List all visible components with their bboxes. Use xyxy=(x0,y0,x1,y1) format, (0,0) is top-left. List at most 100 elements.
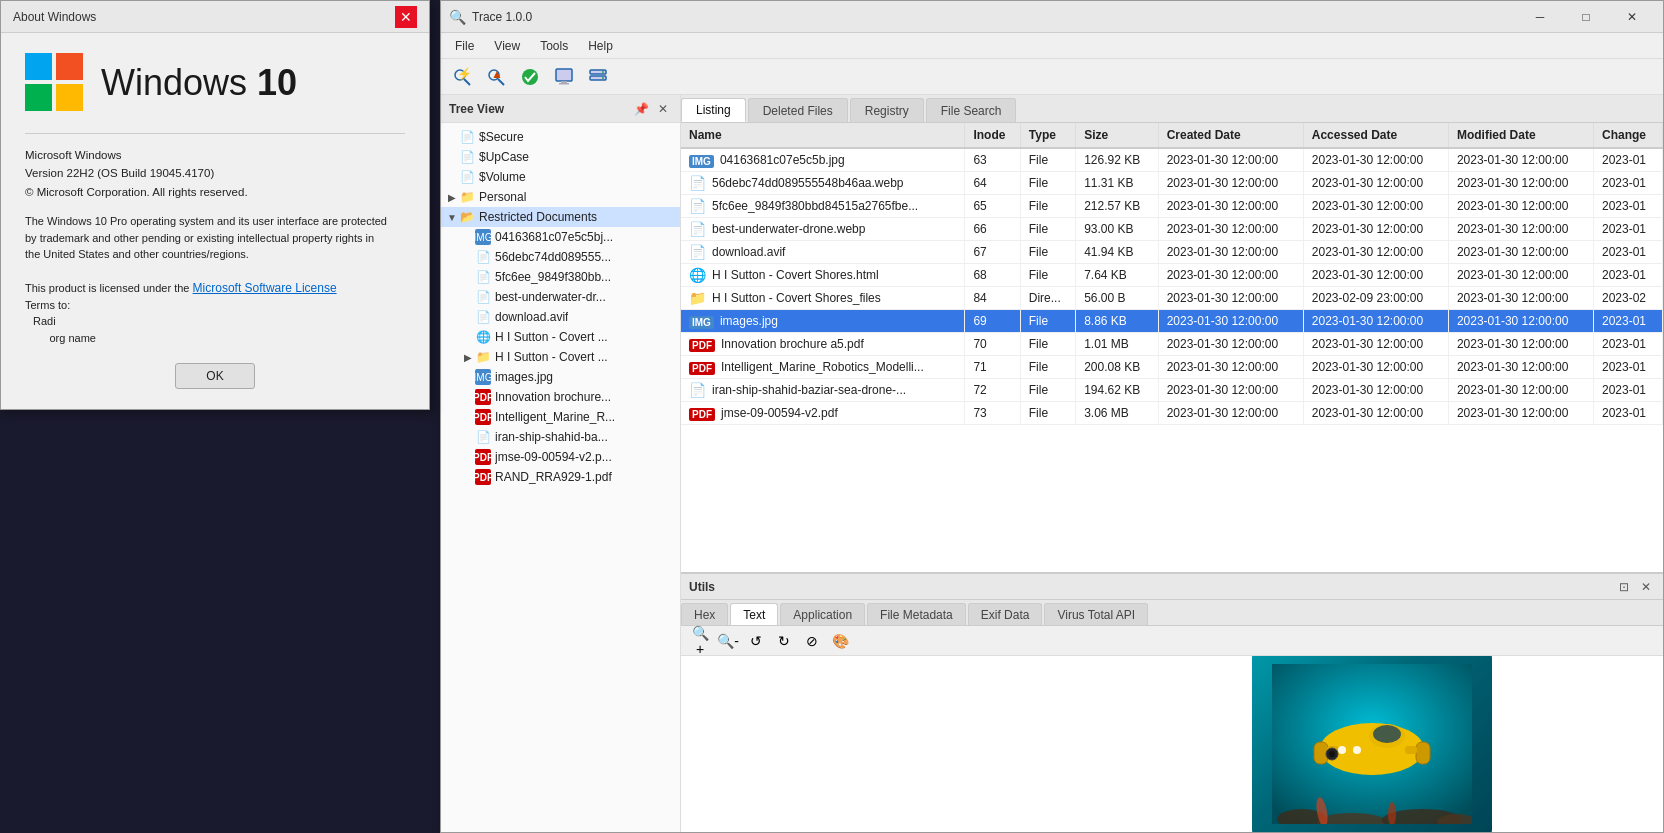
tree-item-intell-pdf[interactable]: PDF Intelligent_Marine_R... xyxy=(441,407,680,427)
cell-type: Dire... xyxy=(1020,287,1075,310)
cell-created: 2023-01-30 12:00:00 xyxy=(1158,287,1303,310)
file-name: iran-ship-shahid-baziar-sea-drone-... xyxy=(712,383,906,397)
file-type-icon: 📄 xyxy=(689,221,706,237)
tree-item-restricted-docs[interactable]: ▼ 📂 Restricted Documents xyxy=(441,207,680,227)
tree-panel: Tree View 📌 ✕ 📄 $Secure 📄 $UpCase xyxy=(441,95,681,832)
table-row[interactable]: 📄 56debc74dd089555548b46aa.webp 64 File … xyxy=(681,172,1663,195)
col-accessed[interactable]: Accessed Date xyxy=(1303,123,1448,148)
expand-icon xyxy=(445,130,459,144)
table-row[interactable]: 📄 iran-ship-shahid-baziar-sea-drone-... … xyxy=(681,379,1663,402)
svg-rect-29 xyxy=(1416,742,1430,764)
file-name: 56debc74dd089555548b46aa.webp xyxy=(712,176,904,190)
utils-panel: Utils ⊡ ✕ Hex Text Application File Meta… xyxy=(681,572,1663,832)
tree-item-jmse[interactable]: PDF jmse-09-00594-v2.p... xyxy=(441,447,680,467)
utils-tab-exif-data[interactable]: Exif Data xyxy=(968,603,1043,625)
crop-button[interactable]: ⊘ xyxy=(799,629,825,653)
expand-icon: ▶ xyxy=(445,190,459,204)
utils-tab-hex[interactable]: Hex xyxy=(681,603,728,625)
close-button[interactable]: ✕ xyxy=(1609,1,1655,33)
tree-item-volume[interactable]: 📄 $Volume xyxy=(441,167,680,187)
menu-file[interactable]: File xyxy=(445,36,484,56)
tree-item-images-jpg[interactable]: IMG images.jpg xyxy=(441,367,680,387)
tree-item-innov-pdf[interactable]: PDF Innovation brochure... xyxy=(441,387,680,407)
folder-blue-icon: 📁 xyxy=(475,349,491,365)
about-ok-button[interactable]: OK xyxy=(175,363,255,389)
file-type-icon: IMG xyxy=(689,313,714,329)
cell-modified: 2023-01-30 12:00:00 xyxy=(1448,172,1593,195)
tree-item-upcase[interactable]: 📄 $UpCase xyxy=(441,147,680,167)
svg-rect-31 xyxy=(1405,746,1417,754)
toolbar-monitor-button[interactable] xyxy=(549,63,579,91)
table-row[interactable]: 📄 5fc6ee_9849f380bbd84515a2765fbe... 65 … xyxy=(681,195,1663,218)
cell-size: 1.01 MB xyxy=(1076,333,1159,356)
tree-item-personal[interactable]: ▶ 📁 Personal xyxy=(441,187,680,207)
minimize-button[interactable]: ─ xyxy=(1517,1,1563,33)
tree-item-avif[interactable]: 📄 download.avif xyxy=(441,307,680,327)
utils-tab-file-metadata[interactable]: File Metadata xyxy=(867,603,966,625)
tree-item-folder-blue[interactable]: ▶ 📁 H I Sutton - Covert ... xyxy=(441,347,680,367)
tree-item-webp2[interactable]: 📄 5fc6ee_9849f380bb... xyxy=(441,267,680,287)
license-link[interactable]: Microsoft Software License xyxy=(193,281,337,295)
utils-tab-text[interactable]: Text xyxy=(730,603,778,625)
menu-tools[interactable]: Tools xyxy=(530,36,578,56)
table-row[interactable]: IMG 04163681c07e5c5b.jpg 63 File 126.92 … xyxy=(681,148,1663,172)
table-row[interactable]: 📄 best-underwater-drone.webp 66 File 93.… xyxy=(681,218,1663,241)
table-row[interactable]: 🌐 H I Sutton - Covert Shores.html 68 Fil… xyxy=(681,264,1663,287)
cell-size: 56.00 B xyxy=(1076,287,1159,310)
rotate-right-button[interactable]: ↻ xyxy=(771,629,797,653)
cell-created: 2023-01-30 12:00:00 xyxy=(1158,333,1303,356)
toolbar-analyze2-button[interactable]: ▲ xyxy=(481,63,511,91)
about-app-name: Windows 10 xyxy=(101,62,297,104)
table-row[interactable]: PDF Intelligent_Marine_Robotics_Modelli.… xyxy=(681,356,1663,379)
color-button[interactable]: 🎨 xyxy=(827,629,853,653)
utils-expand-button[interactable]: ⊡ xyxy=(1615,578,1633,596)
cell-accessed: 2023-02-09 23:00:00 xyxy=(1303,287,1448,310)
utils-tab-application[interactable]: Application xyxy=(780,603,865,625)
tab-listing[interactable]: Listing xyxy=(681,98,746,122)
rotate-left-button[interactable]: ↺ xyxy=(743,629,769,653)
tab-registry[interactable]: Registry xyxy=(850,98,924,122)
tree-close-button[interactable]: ✕ xyxy=(654,100,672,118)
col-created[interactable]: Created Date xyxy=(1158,123,1303,148)
utils-tab-virus-total[interactable]: Virus Total API xyxy=(1044,603,1148,625)
table-row[interactable]: 📄 download.avif 67 File 41.94 KB 2023-01… xyxy=(681,241,1663,264)
tree-item-webp1[interactable]: 📄 56debc74dd089555... xyxy=(441,247,680,267)
zoom-out-button[interactable]: 🔍- xyxy=(715,629,741,653)
cell-name: 📄 download.avif xyxy=(681,241,965,264)
tree-label-html: H I Sutton - Covert ... xyxy=(495,330,608,344)
table-row[interactable]: 📁 H I Sutton - Covert Shores_files 84 Di… xyxy=(681,287,1663,310)
tree-item-html[interactable]: 🌐 H I Sutton - Covert ... xyxy=(441,327,680,347)
menu-view[interactable]: View xyxy=(484,36,530,56)
tree-pin-button[interactable]: 📌 xyxy=(632,100,650,118)
col-inode[interactable]: Inode xyxy=(965,123,1020,148)
col-type[interactable]: Type xyxy=(1020,123,1075,148)
pdf-icon: PDF xyxy=(475,409,491,425)
toolbar-analyze1-button[interactable]: ⚡ xyxy=(447,63,477,91)
toolbar-server-button[interactable] xyxy=(583,63,613,91)
col-size[interactable]: Size xyxy=(1076,123,1159,148)
tab-deleted-files[interactable]: Deleted Files xyxy=(748,98,848,122)
menu-help[interactable]: Help xyxy=(578,36,623,56)
tree-item-iran[interactable]: 📄 iran-ship-shahid-ba... xyxy=(441,427,680,447)
table-row[interactable]: PDF jmse-09-00594-v2.pdf 73 File 3.06 MB… xyxy=(681,402,1663,425)
svg-rect-0 xyxy=(25,53,52,80)
maximize-button[interactable]: □ xyxy=(1563,1,1609,33)
utils-close-button[interactable]: ✕ xyxy=(1637,578,1655,596)
cell-inode: 65 xyxy=(965,195,1020,218)
table-row[interactable]: IMG images.jpg 69 File 8.86 KB 2023-01-3… xyxy=(681,310,1663,333)
file-table: Name Inode Type Size Created Date Access… xyxy=(681,123,1663,572)
col-modified[interactable]: Modified Date xyxy=(1448,123,1593,148)
tab-file-search[interactable]: File Search xyxy=(926,98,1017,122)
col-change[interactable]: Change xyxy=(1594,123,1663,148)
tree-item-secure[interactable]: 📄 $Secure xyxy=(441,127,680,147)
tree-item-img1[interactable]: IMG 04163681c07e5c5bj... xyxy=(441,227,680,247)
col-name[interactable]: Name xyxy=(681,123,965,148)
toolbar-check-button[interactable] xyxy=(515,63,545,91)
tree-item-rand[interactable]: PDF RAND_RRA929-1.pdf xyxy=(441,467,680,487)
table-row[interactable]: PDF Innovation brochure a5.pdf 70 File 1… xyxy=(681,333,1663,356)
about-close-button[interactable]: ✕ xyxy=(395,6,417,28)
svg-point-35 xyxy=(1329,751,1335,757)
zoom-in-button[interactable]: 🔍+ xyxy=(687,629,713,653)
tree-item-drone[interactable]: 📄 best-underwater-dr... xyxy=(441,287,680,307)
cell-modified: 2023-01-30 12:00:00 xyxy=(1448,148,1593,172)
